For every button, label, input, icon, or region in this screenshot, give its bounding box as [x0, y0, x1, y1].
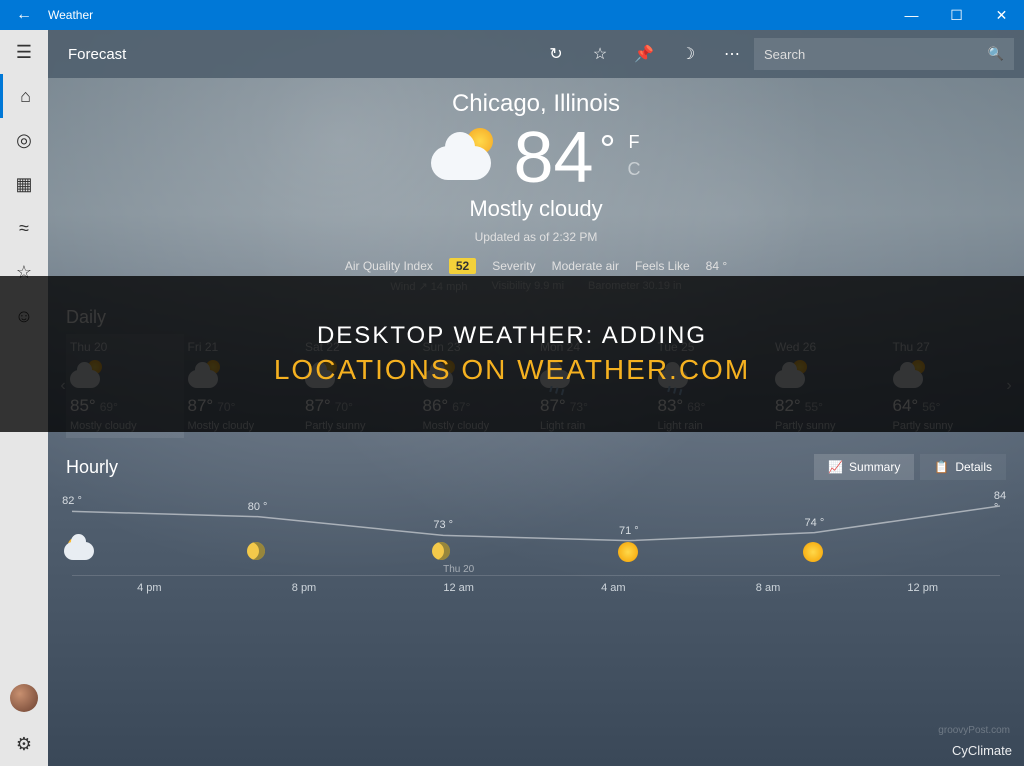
- theme-icon[interactable]: ☽: [666, 44, 710, 64]
- close-button[interactable]: ✕: [979, 7, 1024, 24]
- point-label: 82 °: [62, 495, 82, 507]
- overlay-banner: DESKTOP WEATHER: ADDING LOCATIONS ON WEA…: [0, 276, 1024, 432]
- menu-icon[interactable]: ☰: [0, 30, 48, 74]
- hour-tick: 12 pm: [845, 576, 1000, 594]
- moon-icon: [432, 542, 454, 564]
- favorite-icon[interactable]: ☆: [578, 44, 622, 64]
- hour-tick: 8 pm: [227, 576, 382, 594]
- source-brand: groovyPost.com: [938, 725, 1010, 736]
- search-placeholder: Search: [764, 47, 988, 62]
- search-input[interactable]: Search 🔍: [754, 38, 1014, 70]
- hour-tick: 4 pm: [72, 576, 227, 594]
- current-temp: 84: [513, 122, 593, 194]
- tab-summary[interactable]: 📈Summary: [814, 454, 914, 480]
- home-icon[interactable]: ⌂: [0, 74, 48, 118]
- hourly-forecast: Hourly 📈Summary 📋Details 82 ° 80 ° 73 ° 71 …: [48, 438, 1024, 620]
- app-title: Weather: [48, 8, 889, 22]
- severity-label: Severity: [492, 259, 535, 273]
- feels-like-value: 84 °: [706, 259, 727, 273]
- moon-icon: [247, 542, 269, 564]
- point-label: 73 °: [433, 519, 453, 531]
- hourly-label: Hourly: [66, 457, 808, 478]
- overlay-line2: LOCATIONS ON WEATHER.COM: [274, 354, 750, 386]
- aqi-label: Air Quality Index: [345, 259, 433, 273]
- severity-value: Moderate air: [552, 259, 619, 273]
- hourly-chart: 82 °80 °73 °71 °74 °84 ° 4 pm8 pm12 amTh…: [72, 490, 1000, 620]
- sun-icon: [803, 542, 825, 564]
- tab-details[interactable]: 📋Details: [920, 454, 1006, 480]
- refresh-icon[interactable]: ↻: [534, 44, 578, 64]
- current-conditions: Chicago, Illinois 84 ° F C Mostly cloudy…: [48, 78, 1024, 301]
- degree-symbol: °: [600, 128, 616, 173]
- watermark: CyClimate: [952, 743, 1012, 758]
- point-label: 71 °: [619, 525, 639, 537]
- point-label: 74 °: [805, 517, 825, 529]
- weather-icon: [431, 128, 501, 184]
- settings-icon[interactable]: ⚙: [0, 722, 48, 766]
- sun-icon: [618, 542, 640, 564]
- minimize-button[interactable]: —: [889, 7, 934, 23]
- maximize-button[interactable]: ☐: [934, 7, 979, 24]
- feels-like-label: Feels Like: [635, 259, 690, 273]
- history-icon[interactable]: ≈: [0, 206, 48, 250]
- partly-cloudy-icon: [64, 538, 86, 560]
- hour-tick: 4 am: [536, 576, 691, 594]
- point-label: 80 °: [248, 501, 268, 513]
- pin-icon[interactable]: 📌: [622, 44, 666, 64]
- hour-tick: 12 amThu 20: [381, 576, 536, 594]
- section-title: Forecast: [68, 46, 126, 63]
- hour-tick: 8 am: [691, 576, 846, 594]
- location-name: Chicago, Illinois: [48, 90, 1024, 118]
- search-icon: 🔍: [988, 46, 1004, 62]
- more-icon[interactable]: ⋯: [710, 44, 754, 64]
- maps-icon[interactable]: ▦: [0, 162, 48, 206]
- aqi-badge: 52: [449, 258, 476, 274]
- radar-icon[interactable]: ◎: [0, 118, 48, 162]
- point-label: 84 °: [994, 490, 1006, 514]
- back-button[interactable]: ←: [0, 6, 48, 24]
- condition-text: Mostly cloudy: [48, 196, 1024, 222]
- unit-fahrenheit[interactable]: F: [628, 132, 641, 153]
- command-bar: Forecast ↻ ☆ 📌 ☽ ⋯ Search 🔍: [48, 30, 1024, 78]
- window-titlebar: ← Weather — ☐ ✕: [0, 0, 1024, 30]
- unit-celsius[interactable]: C: [628, 159, 641, 180]
- user-avatar[interactable]: [10, 684, 38, 712]
- updated-time: Updated as of 2:32 PM: [48, 230, 1024, 244]
- overlay-line1: DESKTOP WEATHER: ADDING: [317, 322, 707, 350]
